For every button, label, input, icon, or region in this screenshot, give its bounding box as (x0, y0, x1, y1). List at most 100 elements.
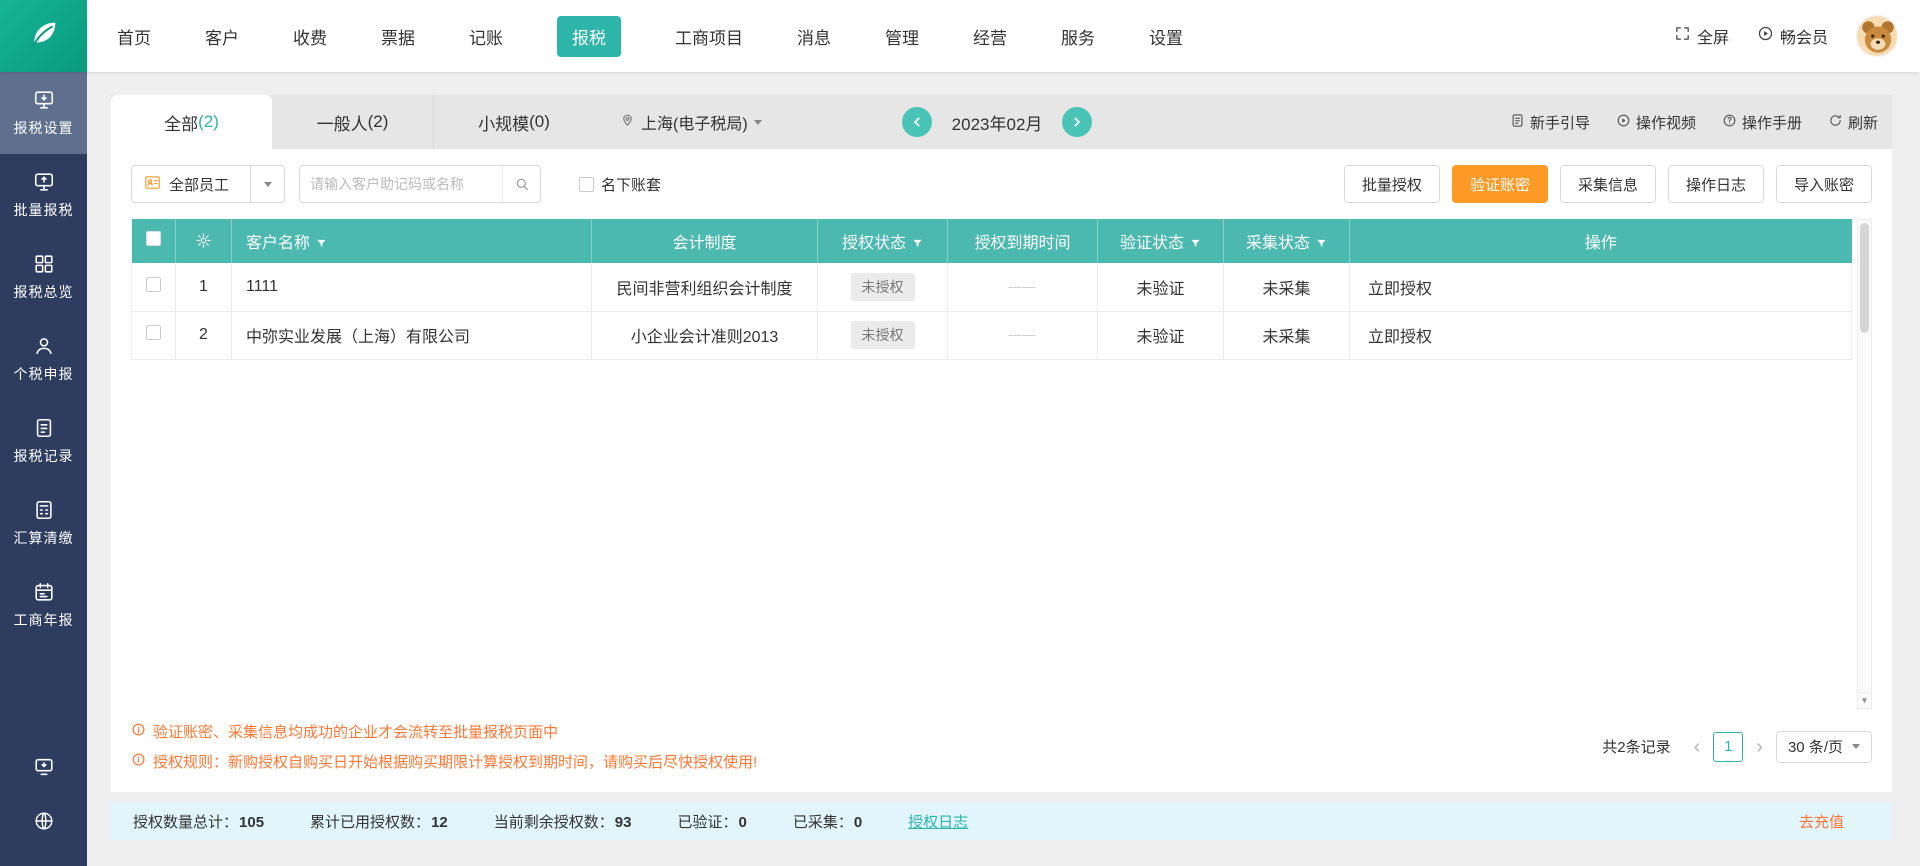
expire-placeholder: —— (1008, 327, 1037, 342)
gear-icon[interactable] (195, 232, 212, 250)
sidebar-item-annual-report[interactable]: 工商年报 (0, 564, 87, 646)
operation-video-link[interactable]: 操作视频 (1616, 112, 1696, 133)
table-row: 2 中弥实业发展（上海）有限公司 小企业会计准则2013 未授权 —— 未验证 … (131, 311, 1852, 360)
select-all-checkbox[interactable] (145, 231, 161, 246)
batch-authorize-button[interactable]: 批量授权 (1343, 165, 1440, 203)
member-button[interactable]: 畅会员 (1757, 24, 1828, 48)
operation-log-button[interactable]: 操作日志 (1667, 165, 1764, 203)
nav-item-bookkeeping[interactable]: 记账 (469, 24, 503, 49)
app-root: 首页 客户 收费 票据 记账 报税 工商项目 消息 管理 经营 服务 设置 全屏… (0, 0, 1920, 866)
verify-status-cell: 未验证 (1097, 263, 1224, 312)
record-count: 共2条记录 (1602, 739, 1671, 756)
fullscreen-button[interactable]: 全屏 (1674, 24, 1729, 48)
stat-total-auth: 授权数量总计：105 (133, 813, 265, 831)
search-input[interactable] (300, 176, 502, 192)
sidebar-item-tax-records[interactable]: 报税记录 (0, 400, 87, 482)
verify-status-cell: 未验证 (1097, 311, 1224, 360)
verify-credentials-button[interactable]: 验证账密 (1451, 165, 1548, 203)
recharge-link[interactable]: 去充值 (1799, 811, 1870, 832)
nav-item-services[interactable]: 服务 (1061, 24, 1095, 49)
avatar[interactable] (1856, 15, 1898, 57)
auth-status-badge: 未授权 (850, 321, 915, 349)
fullscreen-icon (1674, 25, 1691, 47)
tab-all[interactable]: 全部 (2) (111, 95, 272, 149)
sidebar-download-button[interactable] (25, 750, 63, 788)
filter-icon[interactable] (1316, 236, 1327, 254)
app-logo (0, 0, 87, 72)
accounting-system-cell: 民间非营利组织会计制度 (591, 263, 818, 312)
personal-tax-icon (33, 335, 55, 357)
employee-filter-dropdown[interactable]: 全部员工 (131, 165, 285, 203)
sidebar-item-personal-tax[interactable]: 个税申报 (0, 318, 87, 400)
header-gear-cell (175, 219, 232, 263)
sidebar-item-final-settlement[interactable]: 汇算清缴 (0, 482, 87, 564)
sidebar-item-batch-tax[interactable]: 批量报税 (0, 154, 87, 236)
prev-month-button[interactable] (901, 107, 932, 137)
authorize-now-link[interactable]: 立即授权 (1368, 329, 1432, 346)
operation-manual-link[interactable]: 操作手册 (1722, 112, 1802, 133)
filter-icon[interactable] (1190, 236, 1201, 254)
tab-general-taxpayer[interactable]: 一般人 (2) (272, 95, 433, 149)
sidebar-item-tax-settings[interactable]: 报税设置 (0, 72, 87, 154)
row-checkbox[interactable] (146, 325, 161, 340)
region-selector[interactable]: 上海(电子税局) (620, 95, 762, 149)
filter-row: 全部员工 名下账套 批量授权 验证账密 采集信息 操作日志 导 (111, 149, 1892, 217)
scrollbar-thumb[interactable] (1860, 223, 1869, 333)
next-page-button[interactable]: › (1753, 737, 1766, 757)
sidebar-bottom (0, 750, 87, 866)
main-nav: 首页 客户 收费 票据 记账 报税 工商项目 消息 管理 经营 服务 设置 (117, 15, 1183, 57)
row-checkbox[interactable] (146, 276, 161, 292)
note-line: 授权规则：新购授权自购买日开始根据购买期限计算授权到期时间，请购买后尽快授权使用… (131, 751, 757, 772)
tax-overview-icon (33, 253, 55, 275)
leaf-logo-icon (27, 17, 61, 56)
own-accounts-checkbox[interactable]: 名下账套 (579, 174, 661, 195)
collect-status-cell: 未采集 (1223, 311, 1350, 360)
authorize-now-link[interactable]: 立即授权 (1368, 281, 1432, 298)
own-accounts-label: 名下账套 (601, 176, 662, 194)
tab-small-scale[interactable]: 小规模 (0) (433, 95, 594, 149)
tax-settings-icon (33, 89, 55, 111)
tax-records-icon (33, 417, 55, 439)
sidebar-globe-button[interactable] (25, 804, 63, 842)
nav-item-business-projects[interactable]: 工商项目 (675, 24, 743, 49)
vertical-scrollbar[interactable]: ▼ (1857, 219, 1872, 709)
nav-item-settings[interactable]: 设置 (1149, 24, 1183, 49)
nav-item-operations[interactable]: 经营 (973, 24, 1007, 49)
header-auth-expire: 授权到期时间 (947, 219, 1098, 263)
filter-icon[interactable] (912, 236, 923, 254)
nav-item-home[interactable]: 首页 (117, 24, 151, 49)
chevron-down-icon (753, 119, 762, 125)
prev-page-button[interactable]: ‹ (1691, 737, 1704, 757)
nav-item-messages[interactable]: 消息 (797, 24, 831, 49)
table-row: 1 1111 民间非营利组织会计制度 未授权 —— 未验证 未采集 立即授权 (131, 263, 1852, 312)
header-actions: 操作 (1349, 219, 1852, 263)
stat-verified: 已验证：0 (677, 813, 747, 831)
row-index: 2 (175, 311, 232, 360)
info-icon (131, 752, 146, 771)
chevron-down-icon (1852, 744, 1860, 749)
search-icon[interactable] (502, 166, 540, 202)
collect-status-cell: 未采集 (1223, 263, 1350, 312)
nav-item-invoices[interactable]: 票据 (381, 24, 415, 49)
sidebar-item-tax-overview[interactable]: 报税总览 (0, 236, 87, 318)
auth-log-link[interactable]: 授权日志 (908, 811, 968, 832)
nav-item-customers[interactable]: 客户 (205, 24, 239, 49)
nav-item-tax-filing[interactable]: 报税 (557, 15, 621, 57)
question-circle-icon (1722, 113, 1737, 132)
refresh-button[interactable]: 刷新 (1828, 112, 1878, 133)
current-page-button[interactable]: 1 (1713, 731, 1744, 762)
monitor-download-icon (33, 756, 55, 783)
filter-icon[interactable] (316, 236, 327, 254)
beginner-guide-link[interactable]: 新手引导 (1510, 112, 1590, 133)
scrollbar-down-arrow[interactable]: ▼ (1858, 692, 1871, 708)
month-pager: 2023年02月 (901, 95, 1093, 149)
panel-bottom: 验证账密、采集信息均成功的企业才会流转至批量报税页面中 授权规则：新购授权自购买… (111, 709, 1892, 792)
nav-item-management[interactable]: 管理 (885, 24, 919, 49)
collect-info-button[interactable]: 采集信息 (1559, 165, 1656, 203)
nav-item-billing[interactable]: 收费 (293, 24, 327, 49)
import-credentials-button[interactable]: 导入账密 (1775, 165, 1872, 203)
next-month-button[interactable] (1062, 107, 1093, 137)
header-collect-status: 采集状态 (1223, 219, 1350, 263)
page-size-select[interactable]: 30 条/页 (1775, 730, 1872, 763)
region-label: 上海(电子税局) (641, 116, 748, 133)
